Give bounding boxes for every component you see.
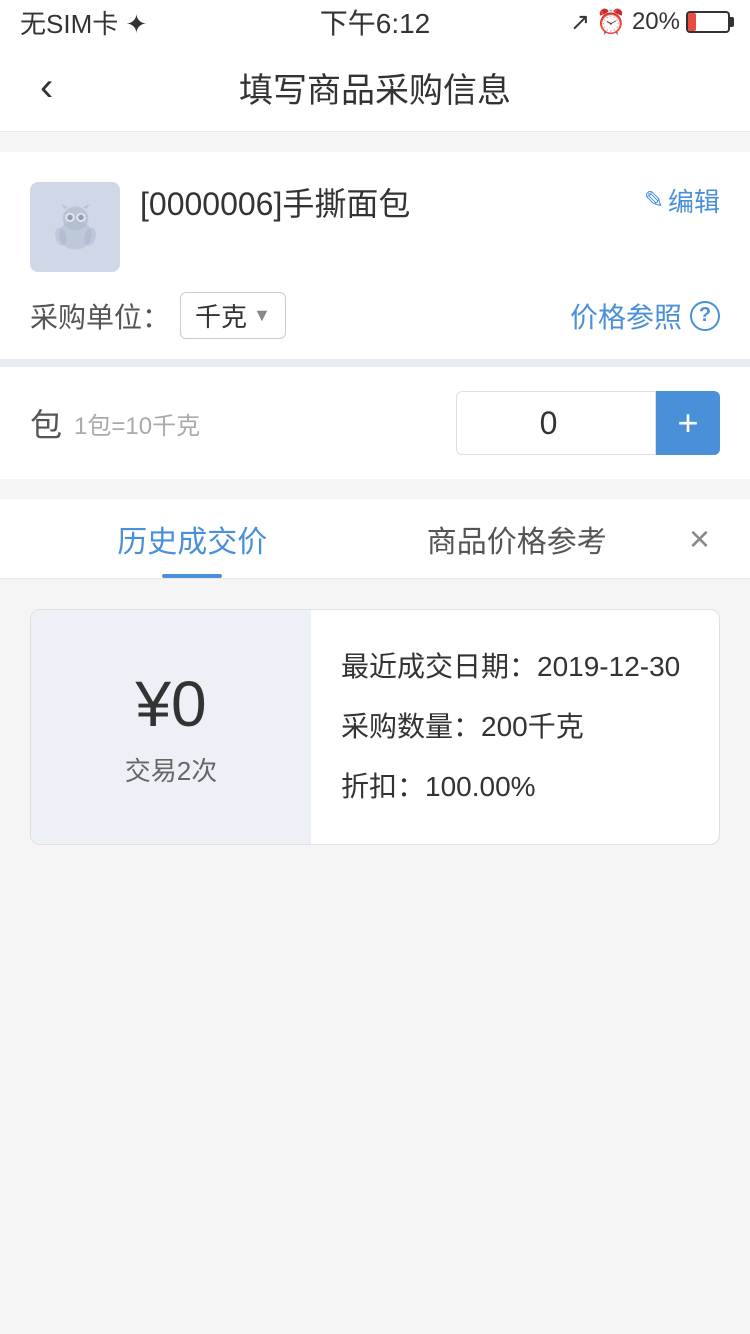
recent-date-row: 最近成交日期：2019-12-30 (341, 646, 689, 688)
product-full-name: [0000006]手撕面包 (140, 182, 410, 227)
recent-date-value: 2019-12-30 (537, 651, 680, 682)
recent-date-label: 最近成交日期： (341, 651, 537, 682)
discount-value: 100.00% (425, 771, 536, 802)
info-icon: ? (690, 301, 720, 331)
tab-close-button[interactable]: × (679, 508, 720, 570)
product-meta: 采购单位： 千克 ▼ 价格参照 ? (30, 292, 720, 339)
status-bar: 无SIM卡 ✦ 下午6:12 ↗ ⏰ 20% (0, 0, 750, 44)
quantity-input[interactable] (456, 391, 656, 455)
purchase-qty-value: 200千克 (481, 711, 584, 742)
tab-product-label: 商品价格参考 (427, 517, 607, 561)
quantity-row: 包 1包=10千克 + (0, 367, 750, 479)
price-reference-button[interactable]: 价格参照 ? (570, 296, 720, 336)
location-icon: ↗ (570, 8, 590, 37)
battery-percent: 20% (632, 8, 680, 36)
quantity-plus-button[interactable]: + (656, 391, 720, 455)
product-header: [0000006]手撕面包 ✎ 编辑 (30, 182, 720, 272)
alarm-icon: ⏰ (596, 8, 626, 37)
back-button[interactable]: ‹ (30, 55, 63, 120)
edit-icon: ✎ (644, 186, 664, 215)
discount-row: 折扣：100.00% (341, 766, 689, 808)
quantity-input-group: + (456, 391, 720, 455)
status-right: ↗ ⏰ 20% (570, 8, 730, 37)
tab-history-label: 历史成交价 (117, 517, 267, 561)
purchase-qty-row: 采购数量：200千克 (341, 706, 689, 748)
discount-label: 折扣： (341, 771, 425, 802)
time-display: 下午6:12 (320, 2, 431, 42)
purchase-qty-label: 采购数量： (341, 711, 481, 742)
product-thumbnail (45, 197, 105, 257)
unit-badge: 包 (30, 400, 62, 446)
battery-icon (686, 11, 730, 33)
price-ref-label: 价格参照 (570, 296, 682, 336)
price-details: 最近成交日期：2019-12-30 采购数量：200千克 折扣：100.00% (311, 610, 719, 844)
product-info: [0000006]手撕面包 (30, 182, 644, 272)
tab-active-indicator (162, 574, 222, 578)
section-divider (0, 359, 750, 367)
tab-history-price[interactable]: 历史成交价 (30, 499, 354, 578)
chevron-down-icon: ▼ (253, 305, 271, 326)
tab-bar: 历史成交价 商品价格参考 × (0, 499, 750, 579)
network-status: 无SIM卡 ✦ (20, 4, 147, 41)
product-card: [0000006]手撕面包 ✎ 编辑 采购单位： 千克 ▼ 价格参照 ? (0, 152, 750, 359)
product-image (30, 182, 120, 272)
battery-fill (688, 13, 696, 31)
product-name-wrapper: [0000006]手撕面包 (140, 182, 410, 227)
nav-bar: ‹ 填写商品采购信息 (0, 44, 750, 132)
edit-button[interactable]: ✎ 编辑 (644, 182, 720, 219)
page-title: 填写商品采购信息 (239, 63, 511, 112)
price-amount: ¥0 (135, 667, 206, 741)
price-summary: ¥0 交易2次 (31, 610, 311, 844)
purchase-unit: 采购单位： 千克 ▼ (30, 292, 286, 339)
purchase-unit-label: 采购单位： (30, 296, 170, 336)
quantity-label: 包 1包=10千克 (30, 400, 200, 446)
unit-note: 1包=10千克 (74, 406, 200, 441)
price-card: ¥0 交易2次 最近成交日期：2019-12-30 采购数量：200千克 折扣：… (30, 609, 720, 845)
tab-product-price[interactable]: 商品价格参考 (354, 499, 678, 578)
transaction-count: 交易2次 (125, 751, 217, 788)
unit-value: 千克 (195, 297, 247, 334)
unit-dropdown[interactable]: 千克 ▼ (180, 292, 286, 339)
price-content: ¥0 交易2次 最近成交日期：2019-12-30 采购数量：200千克 折扣：… (0, 579, 750, 1079)
